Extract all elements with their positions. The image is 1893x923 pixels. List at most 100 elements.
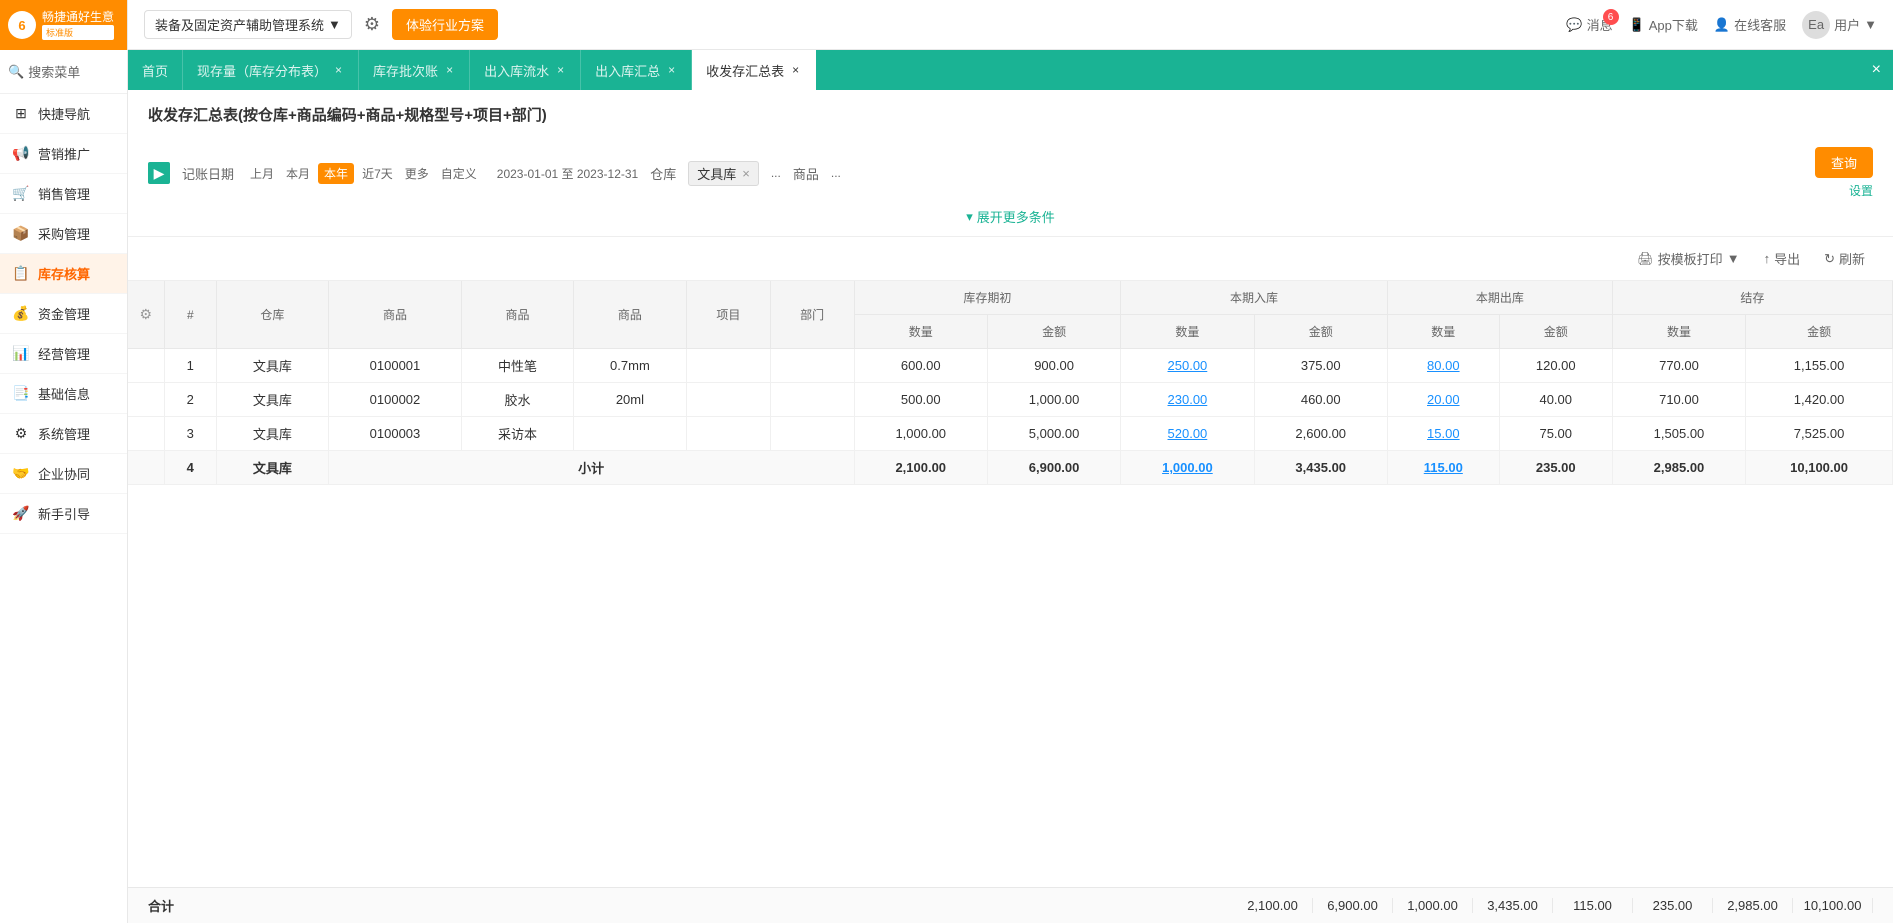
goods-more[interactable]: ...: [831, 166, 841, 180]
tab-home-label: 首页: [142, 61, 168, 80]
td-opening-qty: 500.00: [854, 383, 987, 417]
td-in-qty[interactable]: 230.00: [1121, 383, 1254, 417]
th-goods-name: 商品: [462, 281, 574, 349]
sidebar-item-sales[interactable]: 🛒 销售管理: [0, 174, 127, 214]
sidebar-item-marketing[interactable]: 📢 营销推广: [0, 134, 127, 174]
expand-more-button[interactable]: ▾ 展开更多条件: [966, 207, 1055, 226]
logo-icon: 6: [8, 11, 36, 39]
td-goods-spec: [573, 417, 686, 451]
sidebar-item-enterprise[interactable]: 🤝 企业协同: [0, 454, 127, 494]
td-subtotal-in-qty[interactable]: 1,000.00: [1121, 451, 1254, 485]
quick-nav-icon: ⊞: [12, 105, 30, 123]
td-subtotal-label: 小计: [328, 451, 854, 485]
trial-button[interactable]: 体验行业方案: [392, 9, 498, 40]
table-row: 3 文具库 0100003 采访本 1,000.00 5,000.00 520.…: [128, 417, 1893, 451]
td-subtotal-out-qty[interactable]: 115.00: [1387, 451, 1499, 485]
enterprise-icon: 🤝: [12, 465, 30, 483]
sidebar-item-guide[interactable]: 🚀 新手引导: [0, 494, 127, 534]
sidebar-logo: 6 畅捷通好生意 标准版: [0, 0, 127, 50]
table-header-group-row: ⚙ # 仓库 商品 商品 商品 项目 部门 库存期初 本期入库 本期出库 结存: [128, 281, 1893, 315]
tab-inout-flow-close[interactable]: ×: [555, 63, 566, 77]
purchase-icon: 📦: [12, 225, 30, 243]
sidebar-item-finance[interactable]: 💰 资金管理: [0, 294, 127, 334]
sidebar-item-inventory[interactable]: 📋 库存核算: [0, 254, 127, 294]
print-button[interactable]: 🖨 按模板打印 ▼: [1629, 245, 1747, 272]
sidebar-search[interactable]: 🔍 搜索菜单: [0, 50, 127, 94]
sidebar-item-operations[interactable]: 📊 经营管理: [0, 334, 127, 374]
date-btn-cur-month[interactable]: 本月: [282, 163, 314, 184]
tab-batch-account[interactable]: 库存批次账 ×: [359, 50, 470, 90]
tab-inout-summary-close[interactable]: ×: [666, 63, 677, 77]
tab-stock-dist-close[interactable]: ×: [333, 63, 344, 77]
td-opening-amt: 5,000.00: [987, 417, 1120, 451]
sidebar-item-label: 资金管理: [38, 304, 90, 323]
th-opening-amt: 金额: [987, 315, 1120, 349]
tab-inout-summary[interactable]: 出入库汇总 ×: [581, 50, 692, 90]
sidebar-item-purchase[interactable]: 📦 采购管理: [0, 214, 127, 254]
sidebar-item-label: 基础信息: [38, 384, 90, 403]
th-closing-qty: 数量: [1612, 315, 1745, 349]
system-name-text: 装备及固定资产辅助管理系统: [155, 15, 324, 34]
online-service-button[interactable]: 👤 在线客服: [1714, 15, 1786, 34]
footer-opening-amt: 6,900.00: [1313, 898, 1393, 913]
app-download-button[interactable]: 📱 App下载: [1629, 15, 1698, 34]
th-in-amt: 金额: [1254, 315, 1387, 349]
tab-inout-flow[interactable]: 出入库流水 ×: [470, 50, 581, 90]
td-project: [686, 383, 770, 417]
tab-receive-send-close[interactable]: ×: [790, 63, 801, 77]
th-group-closing: 结存: [1612, 281, 1892, 315]
date-btn-more[interactable]: 更多: [401, 163, 433, 184]
expand-chevron-icon: ▾: [966, 209, 973, 225]
date-btn-7days[interactable]: 近7天: [358, 163, 397, 184]
td-out-qty[interactable]: 80.00: [1387, 349, 1499, 383]
settings-link-button[interactable]: 设置: [1849, 182, 1873, 199]
sidebar-item-system[interactable]: ⚙ 系统管理: [0, 414, 127, 454]
tab-bar-close-button[interactable]: ×: [1860, 61, 1893, 79]
data-table: ⚙ # 仓库 商品 商品 商品 项目 部门 库存期初 本期入库 本期出库 结存: [128, 281, 1893, 485]
td-out-qty[interactable]: 20.00: [1387, 383, 1499, 417]
date-btn-prev-month[interactable]: 上月: [246, 163, 278, 184]
td-warehouse: 文具库: [217, 349, 329, 383]
user-menu-button[interactable]: Ea 用户 ▼: [1802, 11, 1877, 39]
warehouse-more[interactable]: ...: [771, 166, 781, 180]
date-btn-cur-year[interactable]: 本年: [318, 163, 354, 184]
tab-stock-dist[interactable]: 现存量（库存分布表） ×: [183, 50, 359, 90]
header-settings-button[interactable]: ⚙: [364, 14, 380, 35]
td-in-qty[interactable]: 250.00: [1121, 349, 1254, 383]
date-shortcuts: 上月 本月 本年 近7天 更多 自定义: [246, 163, 481, 184]
sidebar-item-basic-info[interactable]: 📑 基础信息: [0, 374, 127, 414]
table-toolbar: 🖨 按模板打印 ▼ ↑ 导出 ↻ 刷新: [128, 237, 1893, 281]
filter-expand-button[interactable]: ▶: [148, 162, 170, 184]
td-goods-code: 0100003: [328, 417, 461, 451]
td-settings: [128, 349, 164, 383]
logo-text: 畅捷通好生意: [42, 10, 114, 26]
query-button[interactable]: 查询: [1815, 147, 1873, 178]
export-button[interactable]: ↑ 导出: [1756, 245, 1809, 272]
td-goods-name: 中性笔: [462, 349, 574, 383]
td-out-amt: 75.00: [1499, 417, 1612, 451]
warehouse-tag-close[interactable]: ×: [742, 166, 750, 181]
tab-home[interactable]: 首页: [128, 50, 183, 90]
sidebar-item-quick-nav[interactable]: ⊞ 快捷导航: [0, 94, 127, 134]
td-in-amt: 375.00: [1254, 349, 1387, 383]
top-header: 装备及固定资产辅助管理系统 ▼ ⚙ 体验行业方案 💬 消息 6 📱 App下载 …: [128, 0, 1893, 50]
filter-bar: ▶ 记账日期 上月 本月 本年 近7天 更多 自定义 2023-01-01 至 …: [128, 137, 1893, 237]
service-icon: 👤: [1714, 17, 1730, 33]
td-opening-amt: 900.00: [987, 349, 1120, 383]
system-selector[interactable]: 装备及固定资产辅助管理系统 ▼: [144, 10, 352, 39]
th-group-opening: 库存期初: [854, 281, 1121, 315]
search-menu-button[interactable]: 🔍 搜索菜单: [8, 58, 119, 85]
tab-receive-send[interactable]: 收发存汇总表 ×: [692, 50, 816, 90]
td-in-qty[interactable]: 520.00: [1121, 417, 1254, 451]
date-btn-custom[interactable]: 自定义: [437, 163, 481, 184]
messages-button[interactable]: 💬 消息 6: [1566, 15, 1612, 34]
td-closing-amt: 1,155.00: [1746, 349, 1893, 383]
column-settings-button[interactable]: ⚙: [139, 306, 152, 323]
tab-batch-account-close[interactable]: ×: [444, 63, 455, 77]
refresh-button[interactable]: ↻ 刷新: [1816, 245, 1873, 272]
filter-row-2: ▾ 展开更多条件: [148, 207, 1873, 226]
sidebar-nav: ⊞ 快捷导航 📢 营销推广 🛒 销售管理 📦 采购管理 📋 库存核算 💰 资金管…: [0, 94, 127, 923]
td-out-qty[interactable]: 15.00: [1387, 417, 1499, 451]
footer-opening-qty: 2,100.00: [1233, 898, 1313, 913]
warehouse-label: 仓库: [650, 164, 676, 183]
